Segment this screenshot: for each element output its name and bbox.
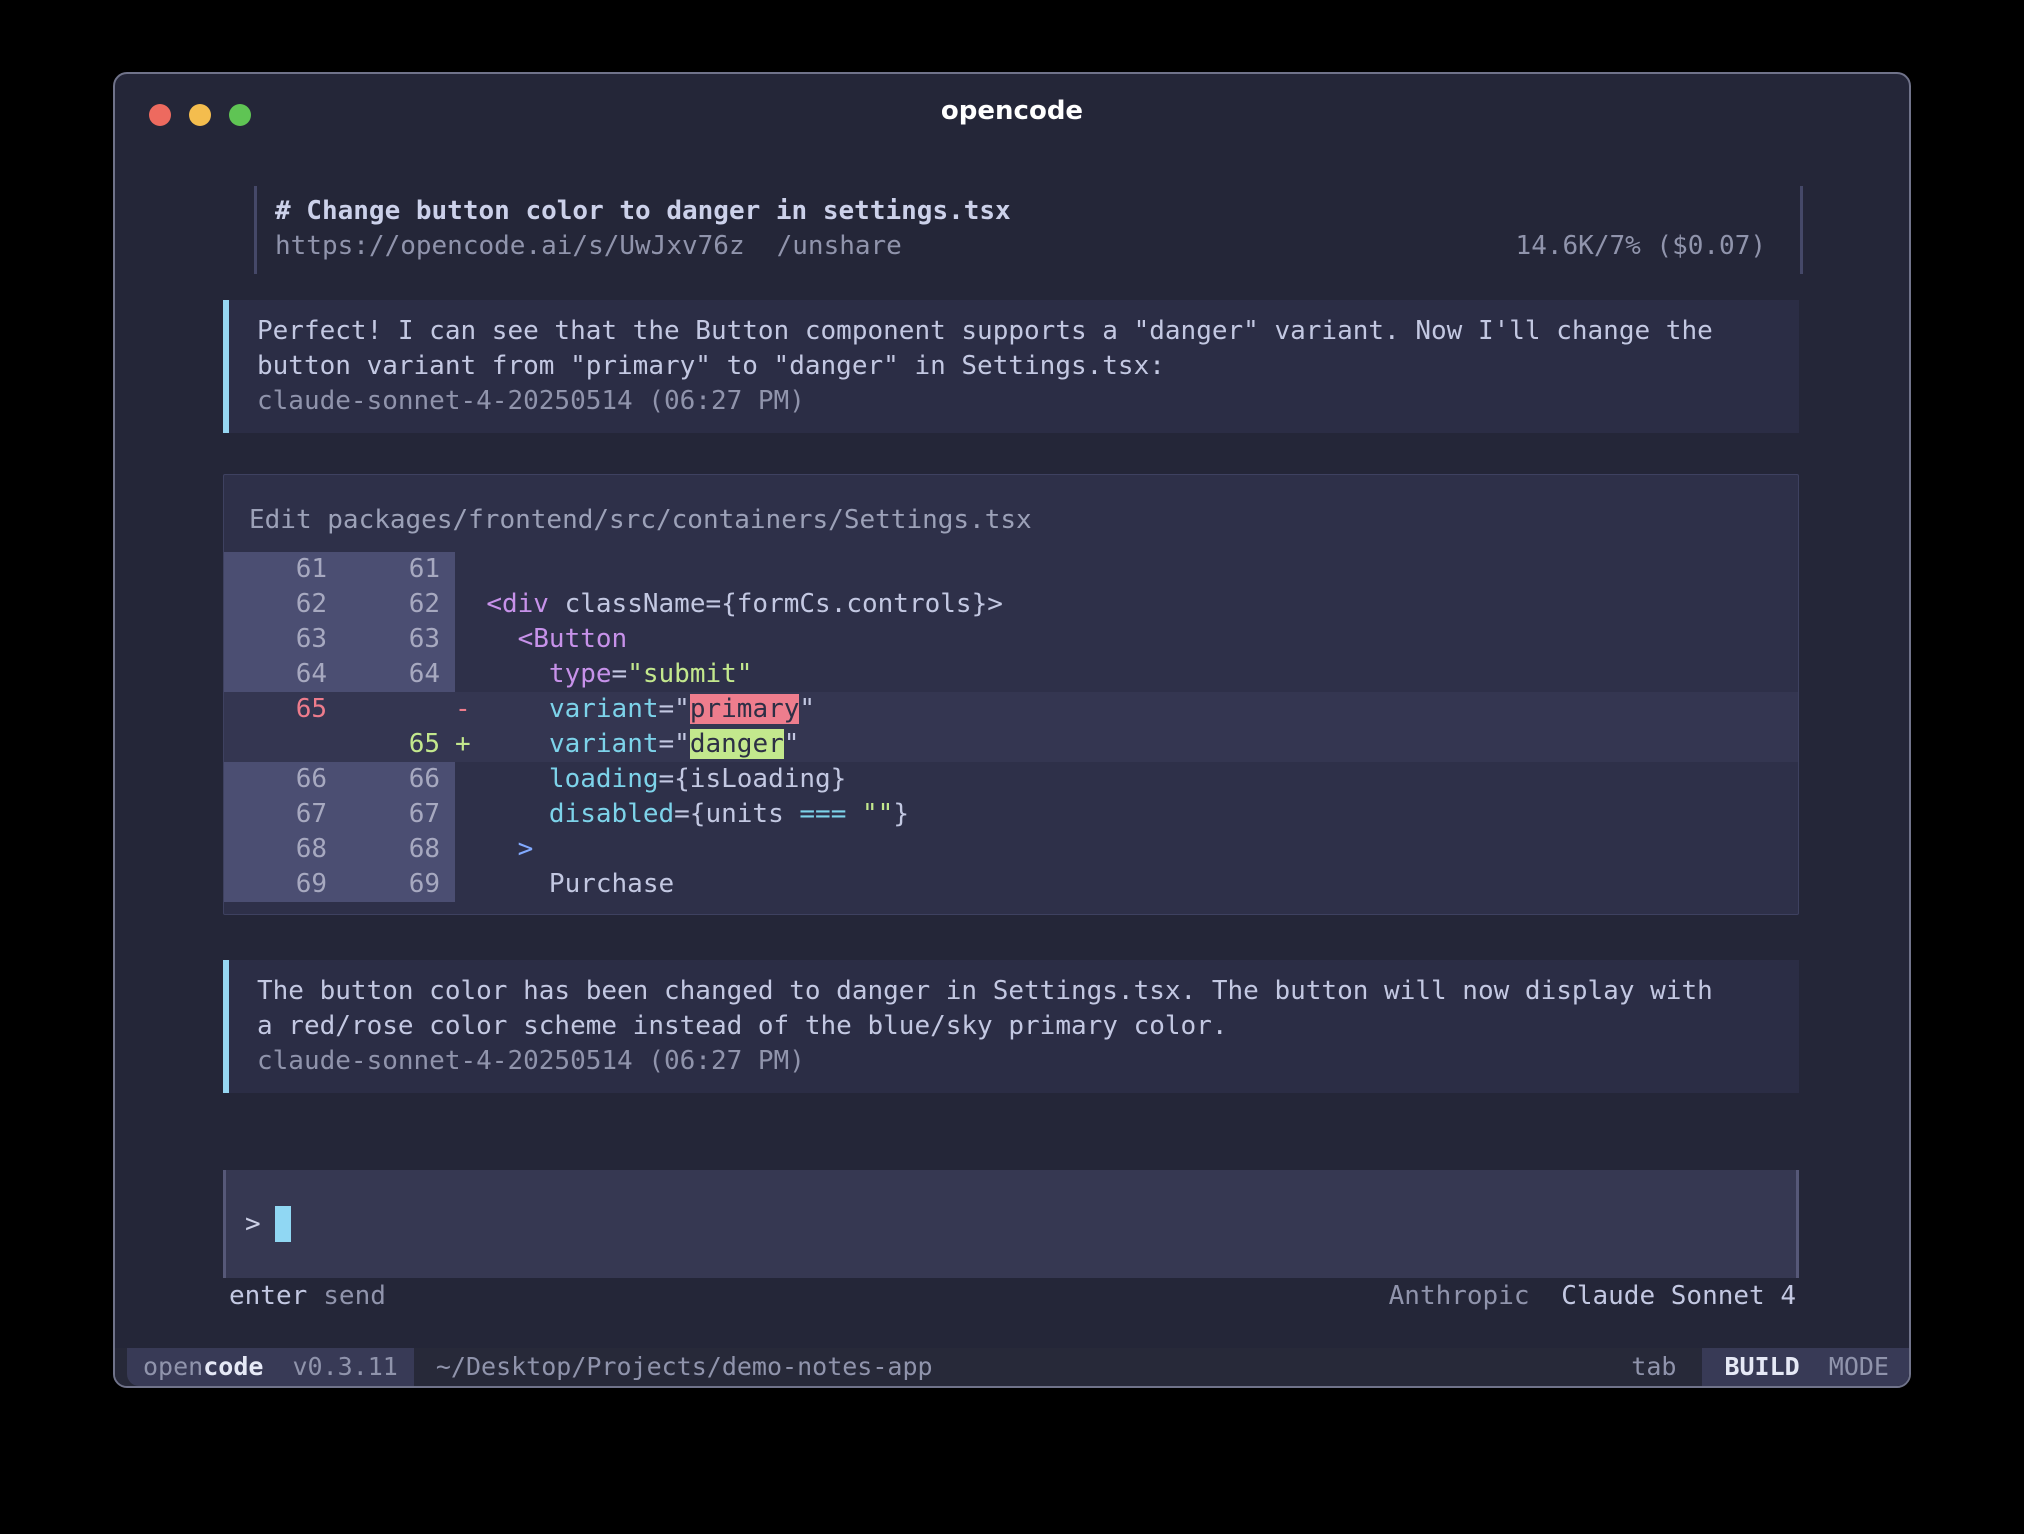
edit-tool-panel: Edit packages/frontend/src/containers/Se… xyxy=(223,474,1799,915)
diff-row: 6363 <Button xyxy=(224,622,1798,657)
diff-row: 65+ variant="danger" xyxy=(224,727,1798,762)
diff-row: 6161 xyxy=(224,552,1798,587)
status-bar: opencode v0.3.11 ~/Desktop/Projects/demo… xyxy=(115,1348,1909,1386)
text-cursor xyxy=(275,1206,291,1242)
assistant-message-meta: claude-sonnet-4-20250514 (06:27 PM) xyxy=(257,384,1769,419)
diff-row: 6262 <div className={formCs.controls}> xyxy=(224,587,1798,622)
context-stats: 14.6K/7% ($0.07) xyxy=(1516,229,1766,264)
diff-row: 6868 > xyxy=(224,832,1798,867)
session-title: # Change button color to danger in setti… xyxy=(275,194,1766,229)
mode-toggle-chip[interactable]: BUILD MODE xyxy=(1702,1348,1909,1386)
session-header: # Change button color to danger in setti… xyxy=(254,186,1803,274)
prompt-input[interactable]: > xyxy=(223,1170,1799,1278)
model-label: Claude Sonnet 4 xyxy=(1561,1281,1796,1311)
diff-row: 6767 disabled={units === ""} xyxy=(224,797,1798,832)
diff-rows: 61616262 <div className={formCs.controls… xyxy=(224,552,1798,902)
enter-key-hint: enter xyxy=(229,1278,307,1314)
assistant-message-1: Perfect! I can see that the Button compo… xyxy=(223,300,1799,433)
share-url-link[interactable]: https://opencode.ai/s/UwJxv76z xyxy=(275,229,745,264)
diff-row: 6969 Purchase xyxy=(224,867,1798,902)
window-title: opencode xyxy=(115,96,1909,126)
footer-hints: enter send Anthropic Claude Sonnet 4 xyxy=(229,1278,1799,1314)
assistant-message-meta: claude-sonnet-4-20250514 (06:27 PM) xyxy=(257,1044,1769,1079)
prompt-symbol: > xyxy=(245,1209,261,1239)
session-subrow: https://opencode.ai/s/UwJxv76z /unshare … xyxy=(275,229,1766,264)
app-version-chip: opencode v0.3.11 xyxy=(127,1348,414,1386)
opencode-window: opencode # Change button color to danger… xyxy=(113,72,1911,1388)
status-right: tab BUILD MODE xyxy=(1605,1348,1909,1386)
brand-open: open xyxy=(143,1352,203,1381)
diff-row: 6666 loading={isLoading} xyxy=(224,762,1798,797)
working-directory: ~/Desktop/Projects/demo-notes-app xyxy=(436,1348,933,1386)
title-bar: opencode xyxy=(115,74,1909,138)
assistant-message-text: Perfect! I can see that the Button compo… xyxy=(257,314,1769,384)
tab-key-hint: tab xyxy=(1605,1348,1702,1386)
mode-name: BUILD xyxy=(1724,1352,1799,1381)
diff-row: 6464 type="submit" xyxy=(224,657,1798,692)
diff-row: 65- variant="primary" xyxy=(224,692,1798,727)
app-version: v0.3.11 xyxy=(293,1352,398,1381)
assistant-message-text: The button color has been changed to dan… xyxy=(257,974,1769,1044)
edit-tool-title: Edit packages/frontend/src/containers/Se… xyxy=(224,475,1798,538)
brand-code: code xyxy=(203,1352,263,1381)
send-action-hint: send xyxy=(323,1278,386,1314)
mode-suffix: MODE xyxy=(1829,1352,1889,1381)
provider-label: Anthropic xyxy=(1389,1281,1530,1311)
model-indicator: Anthropic Claude Sonnet 4 xyxy=(1389,1278,1799,1314)
assistant-message-2: The button color has been changed to dan… xyxy=(223,960,1799,1093)
unshare-command[interactable]: /unshare xyxy=(777,229,902,264)
